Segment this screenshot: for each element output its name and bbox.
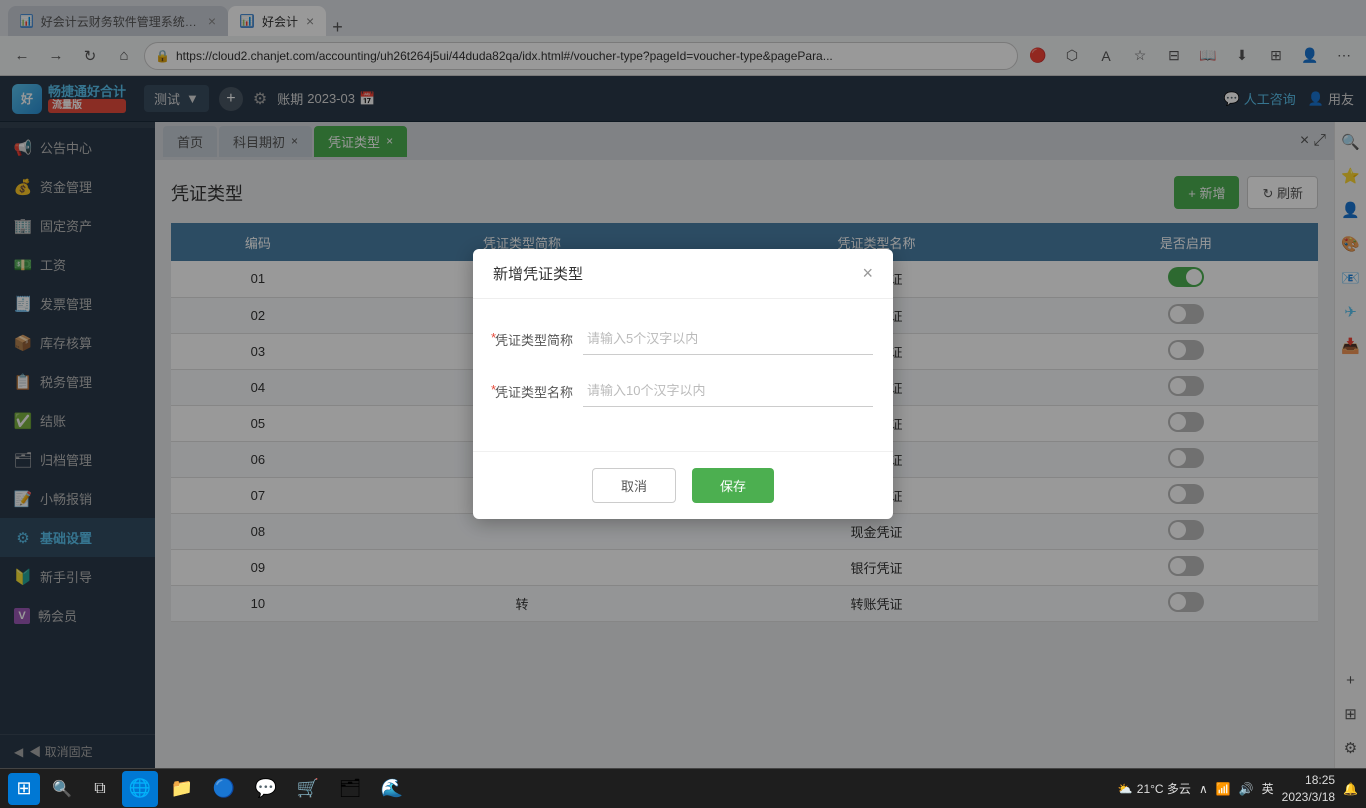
network-icon: 📶 [1216,782,1231,796]
search-taskbar-button[interactable]: 🔍 [46,773,78,805]
taskbar-browser[interactable]: 🌐 [122,771,158,807]
task-view-button[interactable]: ⧉ [84,773,116,805]
start-button[interactable]: ⊞ [8,773,40,805]
weather-display: ⛅ 21°C 多云 [1118,780,1191,797]
modal-title: 新增凭证类型 [493,263,583,284]
taskbar-chevron[interactable]: ∧ [1199,782,1208,796]
taskbar-wechat[interactable]: 💬 [248,771,284,807]
clock-time: 18:25 [1282,772,1335,789]
taskbar-store[interactable]: 🛒 [290,771,326,807]
modal-header: 新增凭证类型 × [473,249,893,299]
modal-close-button[interactable]: × [862,263,873,284]
taskbar-files[interactable]: 🗂 [332,771,368,807]
modal-footer: 取消 保存 [473,451,893,519]
short-name-label: 凭证类型简称 [493,330,583,349]
form-row-full-name: 凭证类型名称 [493,375,873,407]
input-lang: 英 [1262,780,1274,797]
taskbar-clock: 18:25 2023/3/18 [1282,772,1335,806]
clock-date: 2023/3/18 [1282,789,1335,806]
taskbar-explorer[interactable]: 📁 [164,771,200,807]
cancel-button[interactable]: 取消 [592,468,676,503]
full-name-label: 凭证类型名称 [493,382,583,401]
volume-icon: 🔊 [1239,782,1254,796]
taskbar-chrome[interactable]: 🔵 [206,771,242,807]
taskbar-right: ⛅ 21°C 多云 ∧ 📶 🔊 英 18:25 2023/3/18 🔔 [1118,772,1358,806]
short-name-input[interactable] [583,323,873,355]
modal-body: 凭证类型简称 凭证类型名称 [473,299,893,451]
taskbar-edge[interactable]: 🌊 [374,771,410,807]
weather-icon: ⛅ [1118,782,1133,796]
taskbar: ⊞ 🔍 ⧉ 🌐 📁 🔵 💬 🛒 🗂 🌊 ⛅ 21°C 多云 ∧ 📶 🔊 英 18… [0,768,1366,808]
form-row-short-name: 凭证类型简称 [493,323,873,355]
save-button[interactable]: 保存 [692,468,774,503]
weather-text: 21°C 多云 [1137,780,1191,797]
full-name-input[interactable] [583,375,873,407]
notification-icon[interactable]: 🔔 [1343,782,1358,796]
new-voucher-type-modal: 新增凭证类型 × 凭证类型简称 凭证类型名称 取消 保存 [473,249,893,519]
modal-overlay: 新增凭证类型 × 凭证类型简称 凭证类型名称 取消 保存 [0,0,1366,768]
